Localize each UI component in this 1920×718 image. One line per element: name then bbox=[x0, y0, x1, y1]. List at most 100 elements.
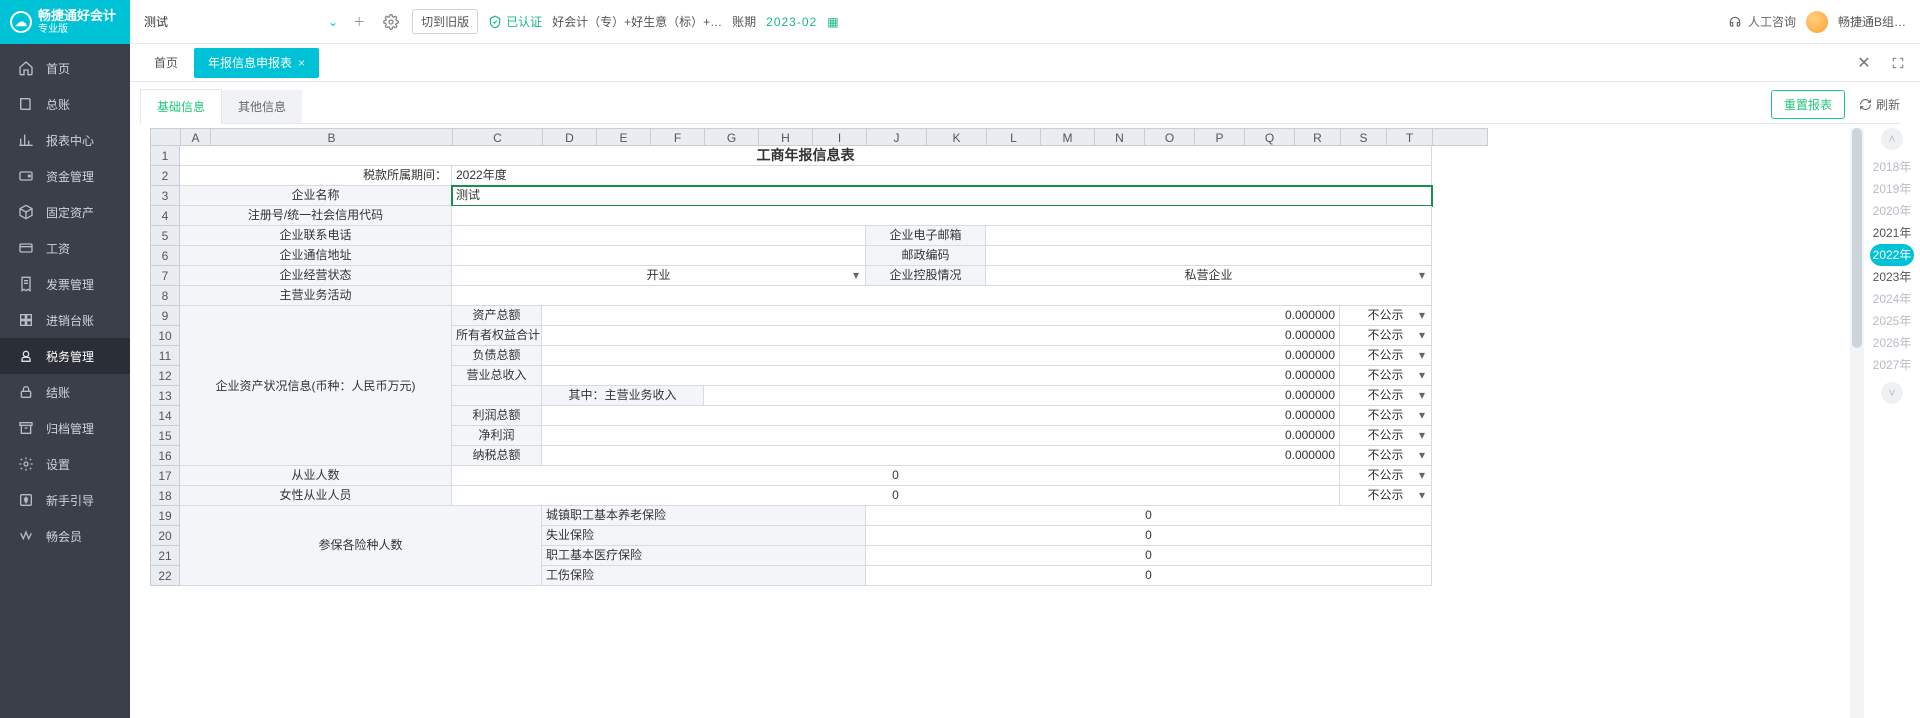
metric-disclosure-4[interactable]: 不公示 bbox=[1340, 386, 1432, 406]
company-name-input[interactable]: 测试 bbox=[452, 186, 1432, 206]
metric-value-2[interactable]: 0.000000 bbox=[542, 346, 1340, 366]
row-header[interactable]: 4 bbox=[150, 206, 180, 226]
year-option[interactable]: 2021年 bbox=[1870, 222, 1914, 244]
row-header[interactable]: 19 bbox=[150, 506, 180, 526]
metric-disclosure-6[interactable]: 不公示 bbox=[1340, 426, 1432, 446]
col-header-K[interactable]: K bbox=[927, 129, 987, 145]
col-header-E[interactable]: E bbox=[597, 129, 651, 145]
sidebar-item-11[interactable]: 设置 bbox=[0, 446, 130, 482]
phone-input[interactable] bbox=[452, 226, 866, 246]
sidebar-item-0[interactable]: 首页 bbox=[0, 50, 130, 86]
metric-value-4[interactable]: 0.000000 bbox=[704, 386, 1340, 406]
col-header-M[interactable]: M bbox=[1041, 129, 1095, 145]
metric-value-5[interactable]: 0.000000 bbox=[542, 406, 1340, 426]
metric-disclosure-7[interactable]: 不公示 bbox=[1340, 446, 1432, 466]
year-option[interactable]: 2026年 bbox=[1870, 332, 1914, 354]
close-icon[interactable]: × bbox=[298, 56, 305, 70]
insured-value-2[interactable]: 0 bbox=[866, 546, 1432, 566]
email-input[interactable] bbox=[986, 226, 1432, 246]
reg-no-input[interactable] bbox=[452, 206, 1432, 226]
holding-select[interactable]: 私营企业 bbox=[986, 266, 1432, 286]
sidebar-item-7[interactable]: 进销台账 bbox=[0, 302, 130, 338]
avatar[interactable] bbox=[1806, 11, 1828, 33]
sidebar-item-8[interactable]: 税务管理 bbox=[0, 338, 130, 374]
row-header[interactable]: 3 bbox=[150, 186, 180, 206]
add-account-icon[interactable]: ＋ bbox=[348, 11, 370, 33]
metric-value-6[interactable]: 0.000000 bbox=[542, 426, 1340, 446]
year-option[interactable]: 2022年 bbox=[1870, 244, 1914, 266]
row-header[interactable]: 22 bbox=[150, 566, 180, 586]
address-input[interactable] bbox=[452, 246, 866, 266]
human-consult-button[interactable]: 人工咨询 bbox=[1728, 13, 1796, 30]
year-option[interactable]: 2020年 bbox=[1870, 200, 1914, 222]
sidebar-item-4[interactable]: 固定资产 bbox=[0, 194, 130, 230]
year-option[interactable]: 2018年 bbox=[1870, 156, 1914, 178]
period-calendar-icon[interactable]: ▦ bbox=[827, 15, 838, 29]
year-next-icon[interactable]: ˅ bbox=[1881, 382, 1903, 404]
year-prev-icon[interactable]: ˄ bbox=[1881, 128, 1903, 150]
row-header[interactable]: 1 bbox=[150, 146, 180, 166]
metric-disclosure-5[interactable]: 不公示 bbox=[1340, 406, 1432, 426]
metric-disclosure-1[interactable]: 不公示 bbox=[1340, 326, 1432, 346]
metric-disclosure-3[interactable]: 不公示 bbox=[1340, 366, 1432, 386]
row-header[interactable]: 21 bbox=[150, 546, 180, 566]
row-header[interactable]: 6 bbox=[150, 246, 180, 266]
scrollbar-thumb[interactable] bbox=[1852, 128, 1862, 348]
col-header-F[interactable]: F bbox=[651, 129, 705, 145]
year-option[interactable]: 2023年 bbox=[1870, 266, 1914, 288]
col-header-N[interactable]: N bbox=[1095, 129, 1145, 145]
row-header[interactable]: 14 bbox=[150, 406, 180, 426]
year-option[interactable]: 2024年 bbox=[1870, 288, 1914, 310]
row-header[interactable]: 9 bbox=[150, 306, 180, 326]
col-header-H[interactable]: H bbox=[759, 129, 813, 145]
sidebar-item-6[interactable]: 发票管理 bbox=[0, 266, 130, 302]
sidebar-item-10[interactable]: 归档管理 bbox=[0, 410, 130, 446]
sidebar-item-9[interactable]: 结账 bbox=[0, 374, 130, 410]
status-select[interactable]: 开业 bbox=[452, 266, 866, 286]
col-header-I[interactable]: I bbox=[813, 129, 867, 145]
col-header-B[interactable]: B bbox=[211, 129, 453, 145]
tab-annual-report[interactable]: 年报信息申报表 × bbox=[194, 48, 319, 78]
col-header-Q[interactable]: Q bbox=[1245, 129, 1295, 145]
row-header[interactable]: 20 bbox=[150, 526, 180, 546]
employees-value[interactable]: 0 bbox=[452, 466, 1340, 486]
row-header[interactable]: 11 bbox=[150, 346, 180, 366]
row-header[interactable]: 2 bbox=[150, 166, 180, 186]
brand-logo[interactable]: ☁ 畅捷通好会计 专业版 bbox=[0, 0, 130, 44]
row-header[interactable]: 16 bbox=[150, 446, 180, 466]
col-header-A[interactable]: A bbox=[181, 129, 211, 145]
metric-disclosure-0[interactable]: 不公示 bbox=[1340, 306, 1432, 326]
subtab-basic-info[interactable]: 基础信息 bbox=[140, 89, 222, 124]
row-header[interactable]: 13 bbox=[150, 386, 180, 406]
sidebar-item-2[interactable]: 报表中心 bbox=[0, 122, 130, 158]
settings-gear-icon[interactable] bbox=[380, 11, 402, 33]
fullscreen-icon[interactable] bbox=[1886, 51, 1910, 75]
year-option[interactable]: 2025年 bbox=[1870, 310, 1914, 332]
postcode-input[interactable] bbox=[986, 246, 1432, 266]
col-header-P[interactable]: P bbox=[1195, 129, 1245, 145]
col-header-S[interactable]: S bbox=[1341, 129, 1387, 145]
close-all-tabs-icon[interactable]: ✕ bbox=[1852, 51, 1876, 75]
metric-value-1[interactable]: 0.000000 bbox=[542, 326, 1340, 346]
row-header[interactable]: 7 bbox=[150, 266, 180, 286]
refresh-button[interactable]: 刷新 bbox=[1859, 96, 1900, 113]
row-header[interactable]: 17 bbox=[150, 466, 180, 486]
insured-value-0[interactable]: 0 bbox=[866, 506, 1432, 526]
row-header[interactable]: 12 bbox=[150, 366, 180, 386]
metric-disclosure-2[interactable]: 不公示 bbox=[1340, 346, 1432, 366]
sidebar-item-1[interactable]: 总账 bbox=[0, 86, 130, 122]
account-selector[interactable]: 测试 ⌄ bbox=[144, 13, 338, 30]
select-all-corner[interactable] bbox=[151, 129, 181, 145]
insured-value-3[interactable]: 0 bbox=[866, 566, 1432, 586]
mainbiz-input[interactable] bbox=[452, 286, 1432, 306]
period-value[interactable]: 2023-02 bbox=[766, 15, 817, 29]
col-header-T[interactable]: T bbox=[1387, 129, 1433, 145]
row-header[interactable]: 5 bbox=[150, 226, 180, 246]
sidebar-item-12[interactable]: 新手引导 bbox=[0, 482, 130, 518]
col-header-J[interactable]: J bbox=[867, 129, 927, 145]
col-header-C[interactable]: C bbox=[453, 129, 543, 145]
user-name[interactable]: 畅捷通B组… bbox=[1838, 13, 1906, 30]
female-employees-value[interactable]: 0 bbox=[452, 486, 1340, 506]
female-employees-disclosure[interactable]: 不公示 bbox=[1340, 486, 1432, 506]
year-option[interactable]: 2019年 bbox=[1870, 178, 1914, 200]
